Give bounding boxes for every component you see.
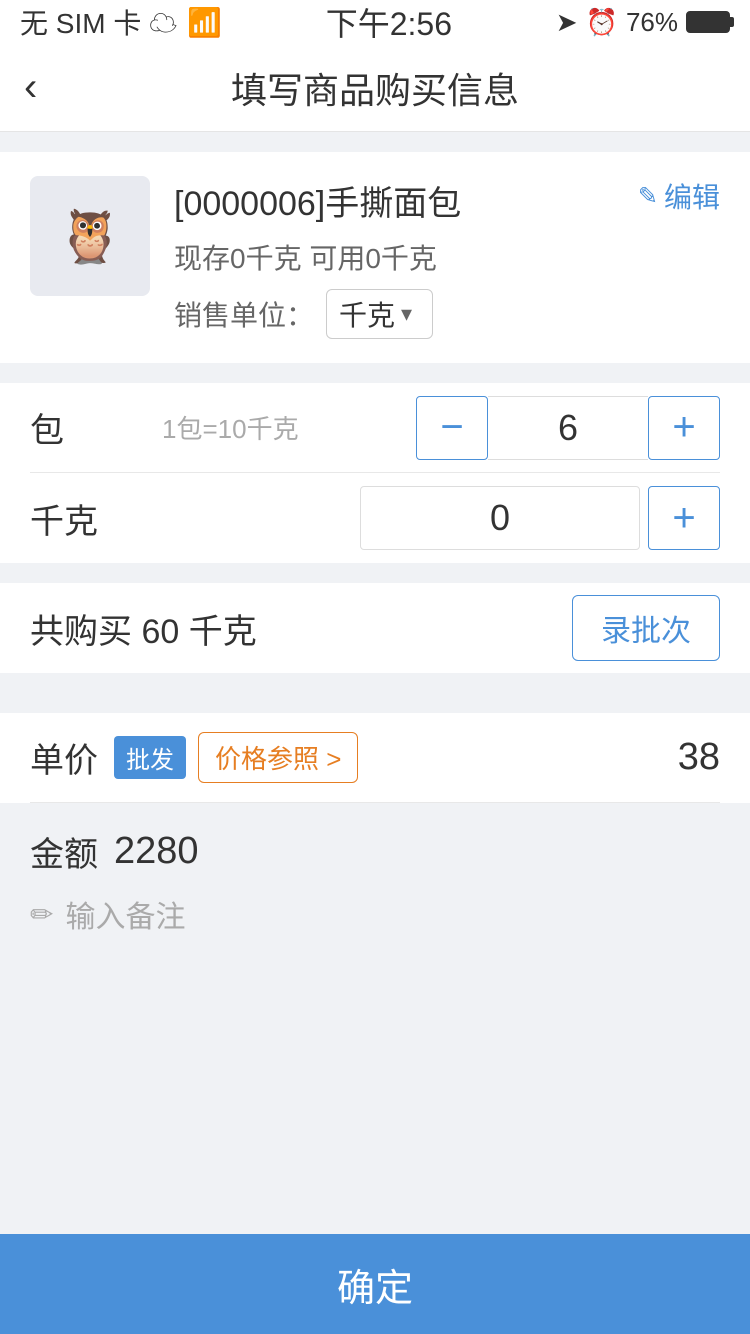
bao-input-row: 包 1包=10千克 − + <box>30 383 720 473</box>
pencil-icon: ✏ <box>30 898 53 931</box>
summary-prefix: 共购买 <box>30 613 132 651</box>
product-card: 🦉 [0000006]手撕面包 现存0千克 可用0千克 销售单位： 千克 ▾ ✎… <box>0 152 750 363</box>
price-section: 单价 批发 价格参照 > 38 <box>0 713 750 803</box>
bao-label: 包 <box>30 403 150 452</box>
status-right: ➤ ⏰ 76% <box>556 7 730 38</box>
price-row: 单价 批发 价格参照 > 38 <box>30 713 720 803</box>
status-left: 无 SIM 卡 ☁ 📶 <box>20 2 222 42</box>
note-placeholder: 输入备注 <box>65 892 185 936</box>
sim-label: 无 SIM 卡 ☁ <box>20 2 177 42</box>
quantity-section: 包 1包=10千克 − + 千克 + <box>0 383 750 563</box>
bao-decrement-button[interactable]: − <box>416 396 488 460</box>
page-title: 填写商品购买信息 <box>231 62 519 114</box>
alarm-icon: ⏰ <box>586 7 618 38</box>
bao-quantity-input[interactable] <box>488 396 648 460</box>
unit-select[interactable]: 千克 ▾ <box>326 289 433 339</box>
summary-suffix: 千克 <box>189 613 257 651</box>
separator-3 <box>0 673 750 693</box>
summary-amount: 60 <box>141 613 179 651</box>
kg-increment-button[interactable]: + <box>648 486 720 550</box>
edit-icon: ✎ <box>638 182 658 211</box>
edit-button[interactable]: ✎ 编辑 <box>638 176 720 216</box>
batch-button[interactable]: 录批次 <box>572 595 720 661</box>
price-ref-button[interactable]: 价格参照 > <box>198 732 358 783</box>
price-tag: 批发 <box>114 736 186 779</box>
amount-row: 金额 2280 <box>30 827 720 876</box>
price-value: 38 <box>678 736 720 779</box>
product-logo-icon: 🦉 <box>58 206 123 267</box>
amount-section: 金额 2280 ✏ 输入备注 <box>0 803 750 960</box>
separator-2 <box>0 563 750 583</box>
product-stock: 现存0千克 可用0千克 <box>174 237 720 277</box>
kg-input-row: 千克 + <box>30 473 720 563</box>
unit-value: 千克 <box>339 294 395 334</box>
status-bar: 无 SIM 卡 ☁ 📶 下午2:56 ➤ ⏰ 76% <box>0 0 750 44</box>
bao-qty-control: − + <box>416 396 720 460</box>
price-label: 单价 <box>30 733 98 782</box>
back-button[interactable]: ‹ <box>24 65 37 110</box>
summary-text: 共购买 60 千克 <box>30 604 257 653</box>
bao-hint: 1包=10千克 <box>162 409 416 446</box>
bao-increment-button[interactable]: + <box>648 396 720 460</box>
chevron-down-icon: ▾ <box>401 301 412 327</box>
separator-1 <box>0 363 750 383</box>
product-unit-row: 销售单位： 千克 ▾ <box>174 289 720 339</box>
product-thumbnail: 🦉 <box>30 176 150 296</box>
confirm-button[interactable]: 确定 <box>0 1234 750 1334</box>
kg-qty-control: + <box>360 486 720 550</box>
nav-bar: ‹ 填写商品购买信息 <box>0 44 750 132</box>
battery-percent: 76% <box>626 7 678 38</box>
time-display: 下午2:56 <box>326 0 452 45</box>
summary-section: 共购买 60 千克 录批次 <box>0 583 750 673</box>
unit-label: 销售单位： <box>174 294 314 334</box>
amount-label: 金额 <box>30 827 98 876</box>
edit-label: 编辑 <box>664 176 720 216</box>
kg-quantity-input[interactable] <box>360 486 640 550</box>
amount-value: 2280 <box>114 830 199 873</box>
kg-label: 千克 <box>30 494 150 543</box>
location-icon: ➤ <box>556 7 578 38</box>
note-row[interactable]: ✏ 输入备注 <box>30 892 720 936</box>
battery-icon <box>686 11 730 33</box>
wifi-icon: 📶 <box>187 6 222 39</box>
bottom-empty <box>0 960 750 1280</box>
